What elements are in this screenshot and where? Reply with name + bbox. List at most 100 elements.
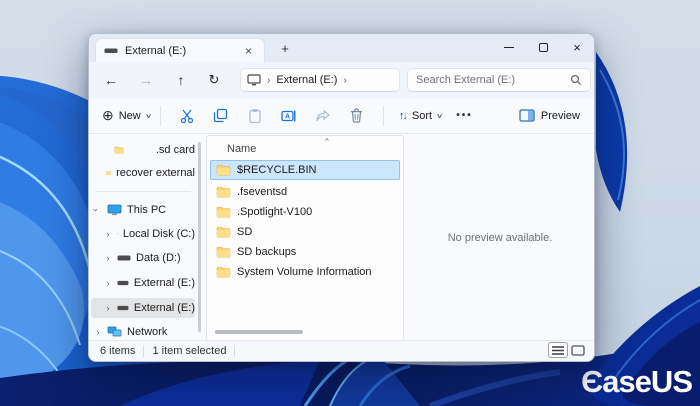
sidebar-item-local-disk-c[interactable]: › Local Disk (C:) <box>91 224 195 244</box>
rename-button[interactable]: A <box>276 103 302 129</box>
folder-icon <box>216 186 231 198</box>
chevron-collapsed-icon[interactable]: › <box>103 253 113 263</box>
sidebar-item-this-pc[interactable]: › This PC <box>91 200 195 220</box>
search-box[interactable] <box>407 68 591 92</box>
window-caption-buttons: × <box>492 34 594 62</box>
maximize-button[interactable] <box>526 34 560 60</box>
sidebar-item-label: .sd card <box>156 144 195 156</box>
preview-pane-icon <box>519 109 535 122</box>
thumbnail-view-icon <box>571 345 585 356</box>
sort-arrows-icon: ↓ <box>402 110 408 122</box>
file-row-sd[interactable]: SD <box>210 222 400 242</box>
new-button-label: New <box>119 110 141 122</box>
sidebar-item-external-e-1[interactable]: › External (E:) <box>91 273 195 293</box>
minimize-button[interactable] <box>492 34 526 60</box>
column-header-name[interactable]: Name <box>227 143 256 155</box>
file-row-recycle-bin[interactable]: $RECYCLE.BIN <box>210 160 400 180</box>
folder-icon <box>106 167 111 179</box>
breadcrumb-chevron-icon[interactable]: › <box>343 75 346 86</box>
content-area: .sd card recover external › This PC › <box>89 134 594 342</box>
sidebar-item-external-e-2[interactable]: › External (E:) <box>91 298 195 318</box>
cut-icon <box>179 108 195 124</box>
status-divider <box>143 345 144 357</box>
sidebar-item-label: recover external <box>116 167 195 179</box>
file-row-sd-backups[interactable]: SD backups <box>210 242 400 262</box>
maximize-icon <box>539 43 548 52</box>
drive-icon <box>117 253 131 263</box>
chevron-down-icon: ∨ <box>436 112 443 120</box>
sidebar-item-label: Network <box>127 326 167 338</box>
paste-button[interactable] <box>242 103 268 129</box>
chevron-collapsed-icon[interactable]: › <box>103 278 113 288</box>
view-toggles <box>548 342 588 358</box>
cut-button[interactable] <box>174 103 200 129</box>
breadcrumb-location[interactable]: External (E:) <box>276 74 337 86</box>
preview-toggle-button[interactable]: Preview <box>519 109 580 122</box>
refresh-button[interactable]: ↻ <box>202 72 226 88</box>
network-icon <box>107 326 122 338</box>
file-name: .fseventsd <box>237 186 287 198</box>
file-row-fseventsd[interactable]: .fseventsd <box>210 182 400 202</box>
sidebar-item-recover-external[interactable]: recover external <box>91 163 195 183</box>
svg-text:A: A <box>285 113 290 120</box>
sidebar-item-label: This PC <box>127 204 166 216</box>
tab-title: External (E:) <box>125 45 241 57</box>
tab-close-icon[interactable]: × <box>241 44 256 58</box>
close-button[interactable]: × <box>560 34 594 60</box>
trash-icon <box>350 108 363 123</box>
sidebar-item-label: Data (D:) <box>136 252 181 264</box>
share-button[interactable] <box>310 103 336 129</box>
sort-button[interactable]: ↑ ↓ Sort ∨ <box>399 110 442 122</box>
rename-icon: A <box>281 109 297 123</box>
breadcrumb-chevron-icon: › <box>267 75 270 86</box>
file-name: SD <box>237 226 252 238</box>
back-button[interactable]: ← <box>99 72 123 88</box>
more-options-button[interactable]: ••• <box>456 110 473 121</box>
file-row-system-volume-information[interactable]: System Volume Information <box>210 262 400 282</box>
search-input[interactable] <box>416 74 570 86</box>
sidebar-item-network[interactable]: › Network <box>91 322 195 342</box>
delete-button[interactable] <box>344 103 370 129</box>
chevron-collapsed-icon[interactable]: › <box>103 303 113 313</box>
forward-button[interactable]: → <box>134 72 158 88</box>
sidebar-item-sd-card[interactable]: .sd card <box>91 140 195 160</box>
drive-icon <box>117 278 129 288</box>
share-icon <box>315 109 331 123</box>
folder-icon <box>216 206 231 218</box>
folder-icon <box>216 266 231 278</box>
sort-ascending-icon: ^ <box>325 137 329 146</box>
new-button[interactable]: ⊕ New ∨ <box>102 107 151 124</box>
status-divider <box>234 345 235 357</box>
chevron-collapsed-icon[interactable]: › <box>93 327 103 337</box>
sidebar-item-label: External (E:) <box>134 302 195 314</box>
horizontal-scrollbar[interactable] <box>215 330 303 334</box>
sidebar-item-label: Local Disk (C:) <box>123 228 195 240</box>
file-name: .Spotlight-V100 <box>237 206 312 218</box>
sidebar-item-label: External (E:) <box>134 277 195 289</box>
sidebar-item-data-d[interactable]: › Data (D:) <box>91 248 195 268</box>
thumbnail-view-button[interactable] <box>568 342 588 358</box>
up-button[interactable]: ↑ <box>169 72 193 88</box>
chevron-expanded-icon[interactable]: › <box>91 205 101 215</box>
copy-button[interactable] <box>208 103 234 129</box>
sidebar-scrollbar[interactable] <box>198 142 201 332</box>
this-pc-icon <box>247 74 261 86</box>
search-icon <box>570 74 582 86</box>
file-row-spotlight[interactable]: .Spotlight-V100 <box>210 202 400 222</box>
breadcrumb[interactable]: › External (E:) › <box>240 68 400 92</box>
selection-count: 1 item selected <box>152 345 226 357</box>
navigation-pane: .sd card recover external › This PC › <box>89 134 201 342</box>
drive-icon <box>104 46 118 55</box>
preview-pane: No preview available. <box>404 134 595 342</box>
folder-icon <box>216 246 231 258</box>
new-tab-button[interactable]: + <box>275 40 295 60</box>
file-name: $RECYCLE.BIN <box>237 164 316 176</box>
close-icon: × <box>573 41 581 54</box>
file-name: System Volume Information <box>237 266 372 278</box>
folder-icon <box>216 164 231 176</box>
chevron-collapsed-icon[interactable]: › <box>103 229 113 239</box>
toolbar-divider <box>383 106 384 126</box>
details-view-button[interactable] <box>548 342 568 358</box>
sidebar-divider <box>95 191 191 192</box>
tab-external-e[interactable]: External (E:) × <box>95 38 265 62</box>
